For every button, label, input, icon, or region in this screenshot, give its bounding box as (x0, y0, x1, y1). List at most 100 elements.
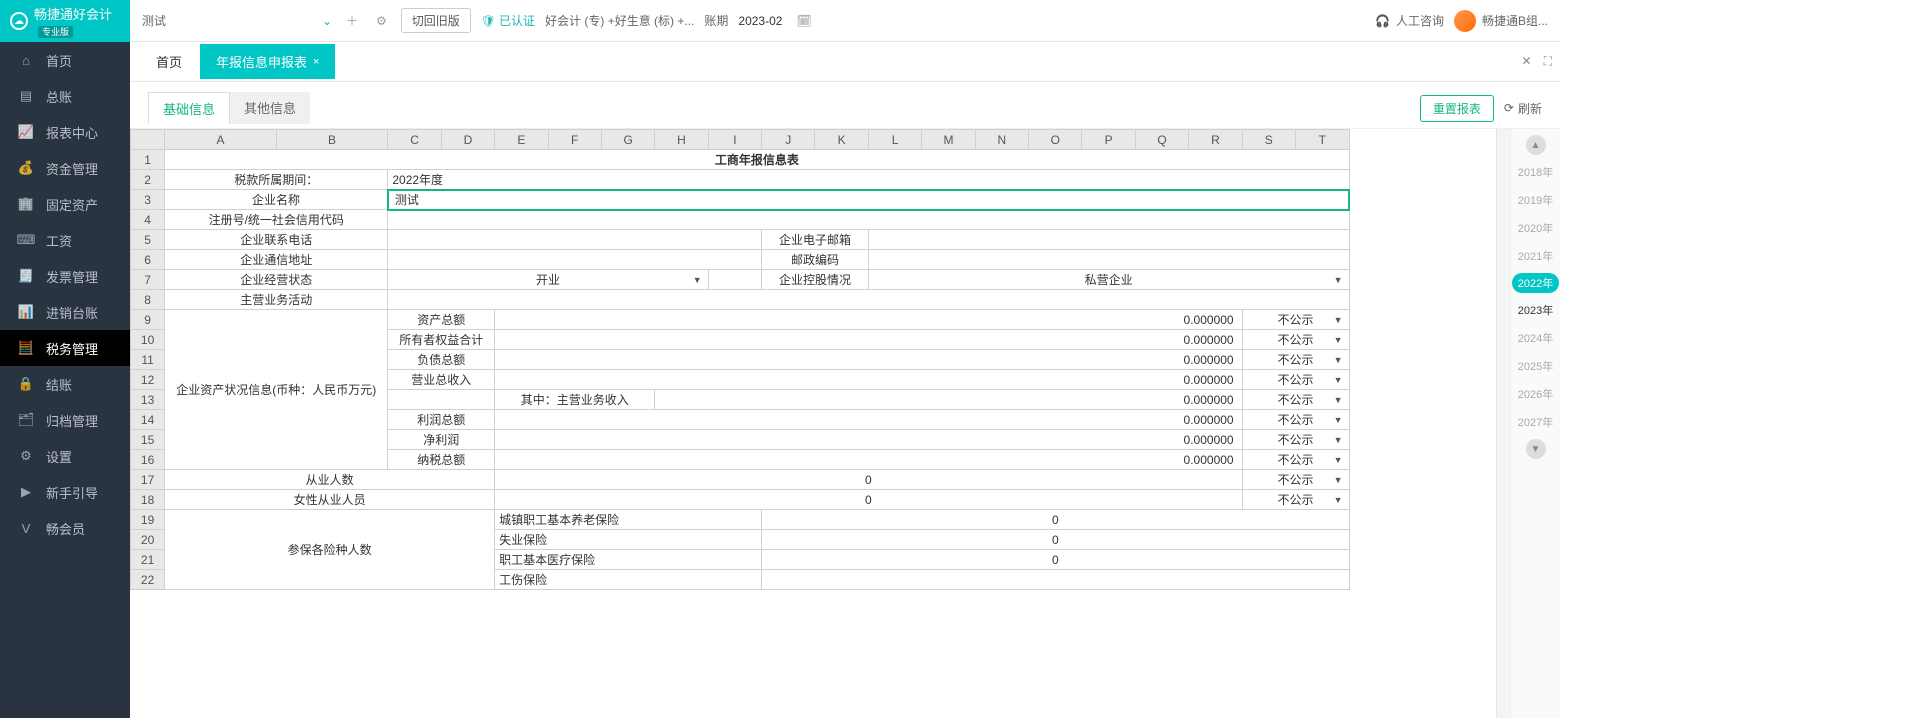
row-number[interactable]: 9 (131, 310, 165, 330)
cell[interactable]: 不公示▼ (1242, 470, 1349, 490)
cell[interactable]: 不公示▼ (1242, 350, 1349, 370)
cell[interactable]: 0 (495, 490, 1242, 510)
year-item[interactable]: 2019年 (1518, 189, 1553, 211)
cell[interactable] (868, 250, 1349, 270)
row-number[interactable]: 16 (131, 450, 165, 470)
col-header[interactable]: F (548, 130, 601, 150)
row-number[interactable]: 1 (131, 150, 165, 170)
row-number[interactable]: 5 (131, 230, 165, 250)
col-header[interactable]: H (655, 130, 708, 150)
vertical-scrollbar[interactable] (1496, 129, 1510, 718)
col-header[interactable]: E (495, 130, 548, 150)
sidebar-item-8[interactable]: 🧮税务管理 (0, 330, 130, 366)
sidebar-item-10[interactable]: 🗂归档管理 (0, 402, 130, 438)
period-value[interactable]: 2023-02 (738, 14, 782, 28)
row-number[interactable]: 14 (131, 410, 165, 430)
sidebar-item-12[interactable]: ▶新手引导 (0, 474, 130, 510)
row-number[interactable]: 6 (131, 250, 165, 270)
cell[interactable]: 0.000000 (495, 410, 1242, 430)
sidebar-item-2[interactable]: 📈报表中心 (0, 114, 130, 150)
cell[interactable] (388, 290, 1349, 310)
sidebar-item-7[interactable]: 📊进销台账 (0, 294, 130, 330)
row-number[interactable]: 7 (131, 270, 165, 290)
cell[interactable] (762, 570, 1349, 590)
gear-icon[interactable]: ⚙ (372, 14, 391, 28)
row-number[interactable]: 15 (131, 430, 165, 450)
col-header[interactable]: P (1082, 130, 1135, 150)
col-header[interactable]: J (762, 130, 815, 150)
cell[interactable]: 不公示▼ (1242, 450, 1349, 470)
public-select[interactable]: 不公示▼ (1242, 310, 1349, 330)
cell[interactable] (868, 230, 1349, 250)
year-item[interactable]: 2025年 (1518, 355, 1553, 377)
col-header[interactable] (131, 130, 165, 150)
cell[interactable]: 0 (495, 470, 1242, 490)
cell[interactable]: 0.000000 (495, 430, 1242, 450)
plus-icon[interactable]: ＋ (342, 12, 362, 29)
col-header[interactable]: R (1189, 130, 1242, 150)
year-item[interactable]: 2022年 (1512, 273, 1559, 293)
sidebar-item-5[interactable]: ⌨工资 (0, 222, 130, 258)
year-down-icon[interactable]: ▼ (1526, 439, 1546, 459)
calendar-icon[interactable]: 🗓 (792, 14, 815, 28)
cell[interactable]: 不公示▼ (1242, 370, 1349, 390)
service-link[interactable]: 🎧 人工咨询 (1375, 12, 1444, 29)
cell[interactable]: 0.000000 (655, 390, 1242, 410)
col-header[interactable]: I (708, 130, 761, 150)
col-header[interactable]: L (868, 130, 921, 150)
row-number[interactable]: 8 (131, 290, 165, 310)
reset-report-button[interactable]: 重置报表 (1420, 95, 1494, 122)
col-header[interactable]: G (601, 130, 654, 150)
row-number[interactable]: 3 (131, 190, 165, 210)
spreadsheet[interactable]: ABCDEFGHIJKLMNOPQRST 1工商年报信息表2税款所属期间：202… (130, 129, 1496, 718)
cell[interactable]: 0 (762, 510, 1349, 530)
col-header[interactable]: O (1029, 130, 1082, 150)
row-number[interactable]: 11 (131, 350, 165, 370)
sidebar-item-9[interactable]: 🔒结账 (0, 366, 130, 402)
cell[interactable] (388, 230, 762, 250)
subtab-1[interactable]: 其他信息 (230, 92, 310, 124)
cell[interactable]: 0.000000 (495, 370, 1242, 390)
cell[interactable] (388, 390, 495, 410)
sidebar-item-11[interactable]: ⚙设置 (0, 438, 130, 474)
row-number[interactable]: 21 (131, 550, 165, 570)
year-item[interactable]: 2026年 (1518, 383, 1553, 405)
company-name-input[interactable]: 测试 (388, 190, 1349, 210)
cell[interactable]: 不公示▼ (1242, 330, 1349, 350)
col-header[interactable]: S (1242, 130, 1295, 150)
year-up-icon[interactable]: ▲ (1526, 135, 1546, 155)
row-number[interactable]: 12 (131, 370, 165, 390)
cell[interactable]: 不公示▼ (1242, 390, 1349, 410)
cell[interactable]: 不公示▼ (1242, 410, 1349, 430)
sidebar-item-3[interactable]: 💰资金管理 (0, 150, 130, 186)
switch-old-button[interactable]: 切回旧版 (401, 8, 471, 33)
col-header[interactable]: M (922, 130, 975, 150)
col-header[interactable]: T (1296, 130, 1350, 150)
sidebar-item-4[interactable]: 🏢固定资产 (0, 186, 130, 222)
year-item[interactable]: 2018年 (1518, 161, 1553, 183)
page-tab-1[interactable]: 年报信息申报表× (200, 44, 335, 79)
cell[interactable]: 0.000000 (495, 330, 1242, 350)
year-item[interactable]: 2020年 (1518, 217, 1553, 239)
col-header[interactable]: N (975, 130, 1028, 150)
col-header[interactable]: Q (1135, 130, 1188, 150)
cell[interactable]: 不公示▼ (1242, 430, 1349, 450)
cell[interactable]: 0.000000 (495, 310, 1242, 330)
year-item[interactable]: 2021年 (1518, 245, 1553, 267)
year-item[interactable]: 2027年 (1518, 411, 1553, 433)
row-number[interactable]: 10 (131, 330, 165, 350)
subtab-0[interactable]: 基础信息 (148, 92, 230, 124)
year-item[interactable]: 2023年 (1518, 299, 1553, 321)
year-item[interactable]: 2024年 (1518, 327, 1553, 349)
sidebar-item-0[interactable]: ⌂首页 (0, 42, 130, 78)
cell[interactable]: 0 (762, 530, 1349, 550)
cell[interactable] (388, 250, 762, 270)
col-header[interactable]: K (815, 130, 868, 150)
page-tab-0[interactable]: 首页 (140, 44, 198, 79)
status-select[interactable]: 开业▼ (388, 270, 708, 290)
col-header[interactable]: D (441, 130, 494, 150)
close-all-icon[interactable]: ✕ (1522, 54, 1532, 69)
cell[interactable] (388, 210, 1349, 230)
user-menu[interactable]: 畅捷通B组... (1454, 10, 1548, 32)
row-number[interactable]: 4 (131, 210, 165, 230)
